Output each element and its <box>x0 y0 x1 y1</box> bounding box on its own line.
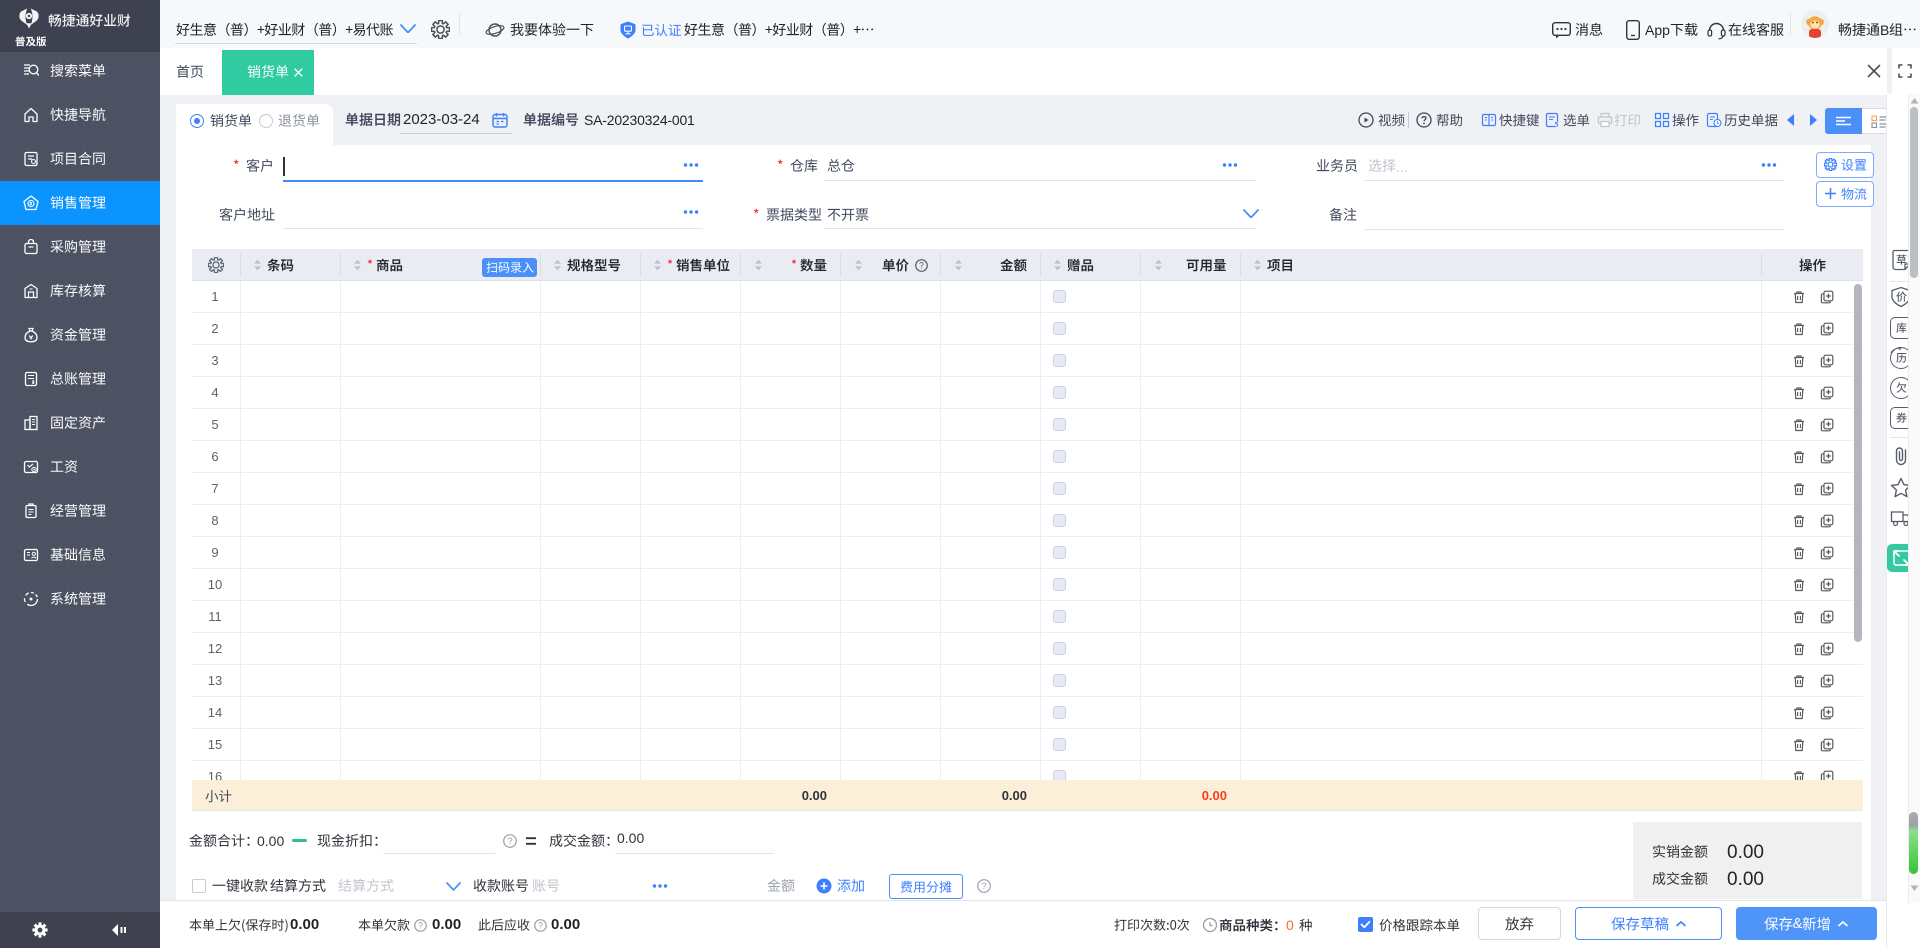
svg-text:?: ? <box>418 920 423 930</box>
svg-text:?: ? <box>538 920 543 930</box>
svg-text:?: ? <box>507 836 512 847</box>
svg-text:?: ? <box>981 881 986 892</box>
svg-text:?: ? <box>919 260 924 270</box>
